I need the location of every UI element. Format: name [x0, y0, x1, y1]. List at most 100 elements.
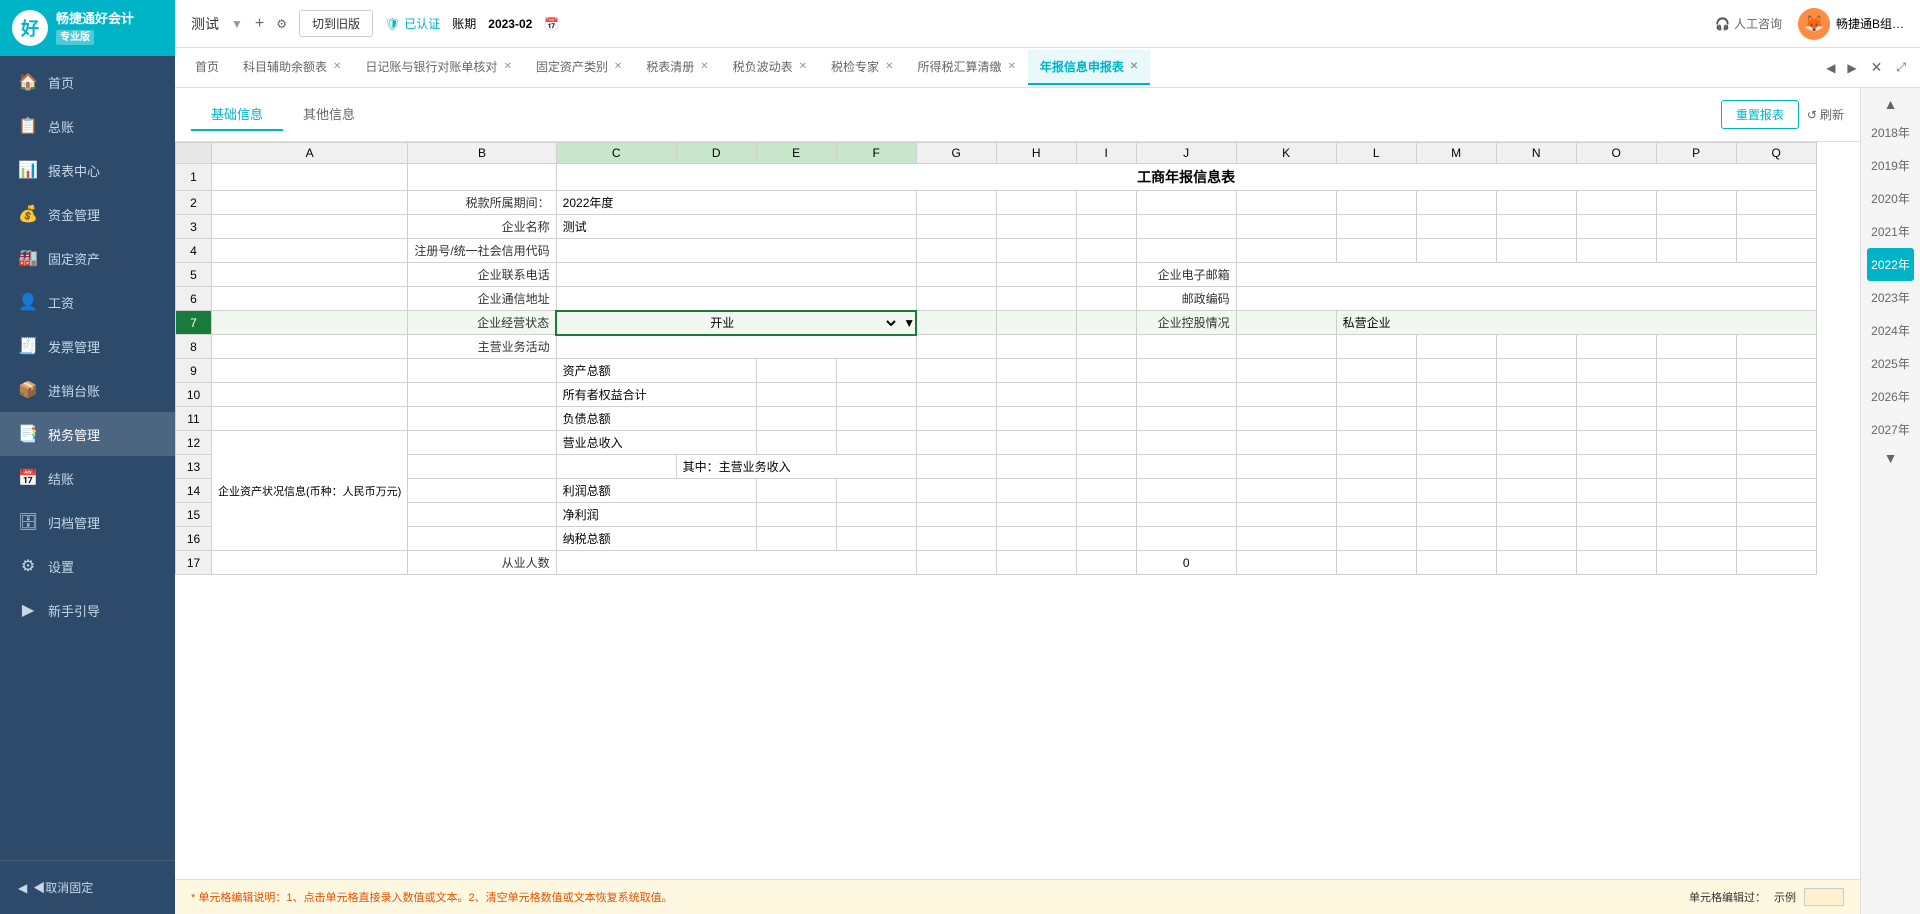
cell-6-I[interactable] — [1076, 287, 1136, 311]
cell-3-P[interactable] — [1656, 215, 1736, 239]
cell-12-C[interactable]: 营业总收入 — [556, 431, 756, 455]
cell-3-O[interactable] — [1576, 215, 1656, 239]
tab-home[interactable]: 首页 — [183, 50, 231, 85]
cell-13-Q[interactable] — [1736, 455, 1816, 479]
cell-10-E[interactable] — [756, 383, 836, 407]
cell-11-E[interactable] — [756, 407, 836, 431]
cell-11-L[interactable] — [1336, 407, 1416, 431]
cell-8-M[interactable] — [1416, 335, 1496, 359]
cell-6-C[interactable] — [556, 287, 916, 311]
cell-12-F[interactable] — [836, 431, 916, 455]
year-2024年[interactable]: 2024年 — [1867, 314, 1914, 347]
cell-16-F[interactable] — [836, 527, 916, 551]
year-2025年[interactable]: 2025年 — [1867, 347, 1914, 380]
cell-15-I[interactable] — [1076, 503, 1136, 527]
cell-13-D[interactable]: 其中：主营业务收入 — [676, 455, 916, 479]
cell-5-A[interactable] — [212, 263, 408, 287]
cell-9-L[interactable] — [1336, 359, 1416, 383]
cell-16-L[interactable] — [1336, 527, 1416, 551]
cell-17-K[interactable] — [1236, 551, 1336, 575]
cell-10-P[interactable] — [1656, 383, 1736, 407]
cell-15-E[interactable] — [756, 503, 836, 527]
cell-4-A[interactable] — [212, 239, 408, 263]
cell-12-I[interactable] — [1076, 431, 1136, 455]
cell-14-M[interactable] — [1416, 479, 1496, 503]
cell-15-C[interactable]: 净利润 — [556, 503, 756, 527]
cell-3-I[interactable] — [1076, 215, 1136, 239]
cell-11-A[interactable] — [212, 407, 408, 431]
cell-14-L[interactable] — [1336, 479, 1416, 503]
cell-10-K[interactable] — [1236, 383, 1336, 407]
cell-1-A[interactable] — [212, 164, 408, 191]
cell-3-Q[interactable] — [1736, 215, 1816, 239]
cell-14-K[interactable] — [1236, 479, 1336, 503]
cell-17-Q[interactable] — [1736, 551, 1816, 575]
cell-10-I[interactable] — [1076, 383, 1136, 407]
cell-17-L[interactable] — [1336, 551, 1416, 575]
cell-17-C[interactable] — [556, 551, 916, 575]
cell-10-O[interactable] — [1576, 383, 1656, 407]
cell-16-C[interactable]: 纳税总额 — [556, 527, 756, 551]
cell-15-J[interactable] — [1136, 503, 1236, 527]
cell-2-A[interactable] — [212, 191, 408, 215]
cell-11-B[interactable] — [408, 407, 556, 431]
cell-1-B[interactable] — [408, 164, 556, 191]
cell-12-N[interactable] — [1496, 431, 1576, 455]
cell-10-A[interactable] — [212, 383, 408, 407]
cell-14-I[interactable] — [1076, 479, 1136, 503]
cell-4-Q[interactable] — [1736, 239, 1816, 263]
cell-12-Q[interactable] — [1736, 431, 1816, 455]
tab-tax_clear[interactable]: 税表清册✕ — [634, 50, 720, 85]
cell-3-L[interactable] — [1336, 215, 1416, 239]
cell-7-I[interactable] — [1076, 311, 1136, 335]
cell-4-H[interactable] — [996, 239, 1076, 263]
cell-4-O[interactable] — [1576, 239, 1656, 263]
year-2022年[interactable]: 2022年 — [1867, 248, 1914, 281]
tab-close-annual_report[interactable]: ✕ — [1130, 61, 1138, 72]
tab-journal[interactable]: 日记账与银行对账单核对✕ — [353, 50, 523, 85]
cell-9-J[interactable] — [1136, 359, 1236, 383]
cell-12-O[interactable] — [1576, 431, 1656, 455]
cell-11-O[interactable] — [1576, 407, 1656, 431]
tab-aux[interactable]: 科目辅助余额表✕ — [231, 50, 353, 85]
cell-3-K[interactable] — [1236, 215, 1336, 239]
cell-17-J[interactable]: 0 — [1136, 551, 1236, 575]
sub-tab-other[interactable]: 其他信息 — [283, 98, 375, 131]
tab-expand-button[interactable]: ⤢ — [1890, 56, 1912, 79]
cell-17-N[interactable] — [1496, 551, 1576, 575]
cell-12-B[interactable] — [408, 431, 556, 455]
cell-5-K[interactable] — [1236, 263, 1816, 287]
service-button[interactable]: 🎧 人工咨询 — [1715, 15, 1782, 32]
cell-15-N[interactable] — [1496, 503, 1576, 527]
reset-report-button[interactable]: 重置报表 — [1721, 100, 1799, 129]
cell-5-H[interactable] — [996, 263, 1076, 287]
cell-9-B[interactable] — [408, 359, 556, 383]
cell-13-G[interactable] — [916, 455, 996, 479]
cell-14-J[interactable] — [1136, 479, 1236, 503]
cell-9-G[interactable] — [916, 359, 996, 383]
cell-11-P[interactable] — [1656, 407, 1736, 431]
cell-13-N[interactable] — [1496, 455, 1576, 479]
cell-11-K[interactable] — [1236, 407, 1336, 431]
cell-2-O[interactable] — [1576, 191, 1656, 215]
sidebar-item-fund[interactable]: 💰资金管理 — [0, 192, 175, 236]
cell-16-Q[interactable] — [1736, 527, 1816, 551]
spreadsheet-container[interactable]: A B C D E F G H I J K L M — [175, 142, 1860, 879]
cell-8-J[interactable] — [1136, 335, 1236, 359]
cell-17-M[interactable] — [1416, 551, 1496, 575]
tab-close-tax_wave[interactable]: ✕ — [799, 61, 807, 72]
year-2023年[interactable]: 2023年 — [1867, 281, 1914, 314]
cell-3-J[interactable] — [1136, 215, 1236, 239]
cell-13-I[interactable] — [1076, 455, 1136, 479]
cell-4-C[interactable] — [556, 239, 916, 263]
cell-14-P[interactable] — [1656, 479, 1736, 503]
year-down-button[interactable]: ▼ — [1880, 446, 1902, 470]
cell-11-J[interactable] — [1136, 407, 1236, 431]
cell-11-Q[interactable] — [1736, 407, 1816, 431]
cell-3-H[interactable] — [996, 215, 1076, 239]
cell-8-A[interactable] — [212, 335, 408, 359]
cell-2-K[interactable] — [1236, 191, 1336, 215]
year-2026年[interactable]: 2026年 — [1867, 380, 1914, 413]
cell-17-A[interactable] — [212, 551, 408, 575]
cell-9-Q[interactable] — [1736, 359, 1816, 383]
